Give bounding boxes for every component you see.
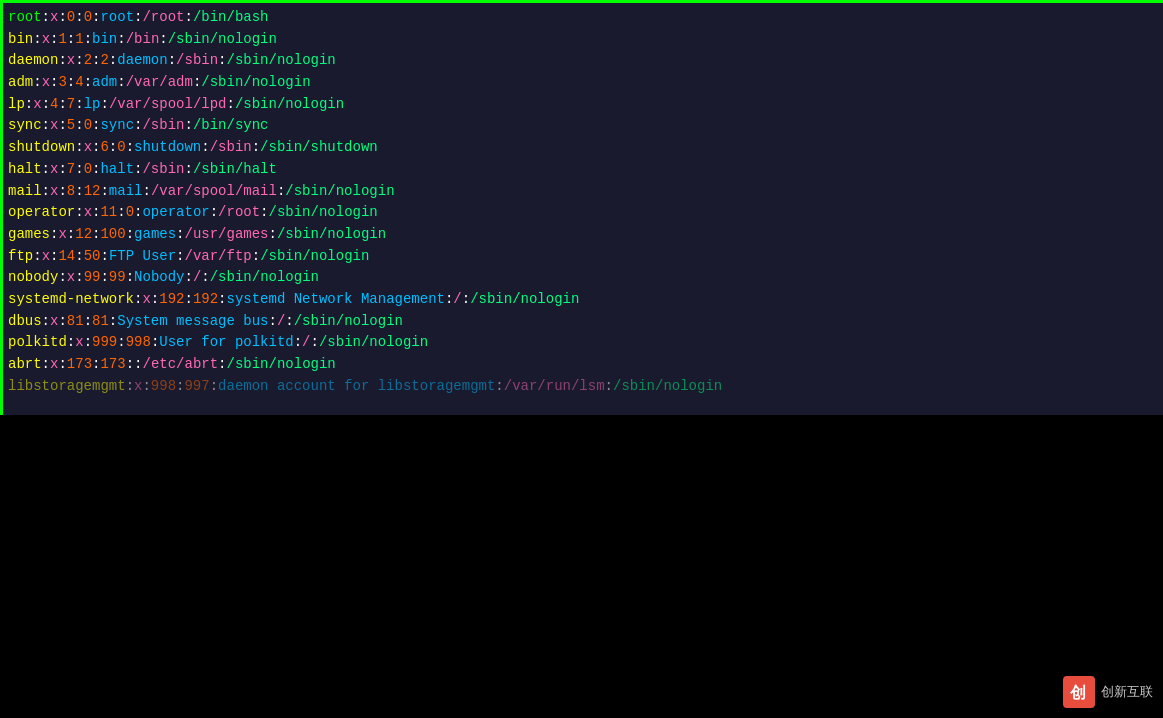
terminal-line: nobody:x:99:99:Nobody:/:/sbin/nologin [8, 267, 1155, 289]
terminal-line: lp:x:4:7:lp:/var/spool/lpd:/sbin/nologin [8, 94, 1155, 116]
terminal-line: sync:x:5:0:sync:/sbin:/bin/sync [8, 115, 1155, 137]
terminal-line: shutdown:x:6:0:shutdown:/sbin:/sbin/shut… [8, 137, 1155, 159]
terminal-line: games:x:12:100:games:/usr/games:/sbin/no… [8, 224, 1155, 246]
terminal-line: polkitd:x:999:998:User for polkitd:/:/sb… [8, 332, 1155, 354]
terminal-line: dbus:x:81:81:System message bus:/:/sbin/… [8, 311, 1155, 333]
terminal-line: root:x:0:0:root:/root:/bin/bash [8, 7, 1155, 29]
terminal-line: libstoragemgmt:x:998:997:daemon account … [8, 376, 1155, 398]
terminal-line: systemd-network:x:192:192:systemd Networ… [8, 289, 1155, 311]
terminal-line: abrt:x:173:173::/etc/abrt:/sbin/nologin [8, 354, 1155, 376]
terminal-window: root:x:0:0:root:/root:/bin/bashbin:x:1:1… [0, 0, 1163, 415]
watermark: 创 创新互联 [1063, 676, 1153, 708]
black-area: 创 创新互联 [0, 415, 1163, 718]
watermark-text: 创新互联 [1101, 683, 1153, 701]
terminal-line: mail:x:8:12:mail:/var/spool/mail:/sbin/n… [8, 181, 1155, 203]
terminal-line: operator:x:11:0:operator:/root:/sbin/nol… [8, 202, 1155, 224]
terminal-line: daemon:x:2:2:daemon:/sbin:/sbin/nologin [8, 50, 1155, 72]
svg-text:创: 创 [1069, 684, 1086, 703]
terminal-line: adm:x:3:4:adm:/var/adm:/sbin/nologin [8, 72, 1155, 94]
watermark-icon: 创 [1063, 676, 1095, 708]
terminal-line: bin:x:1:1:bin:/bin:/sbin/nologin [8, 29, 1155, 51]
terminal-line: halt:x:7:0:halt:/sbin:/sbin/halt [8, 159, 1155, 181]
terminal-line: ftp:x:14:50:FTP User:/var/ftp:/sbin/nolo… [8, 246, 1155, 268]
